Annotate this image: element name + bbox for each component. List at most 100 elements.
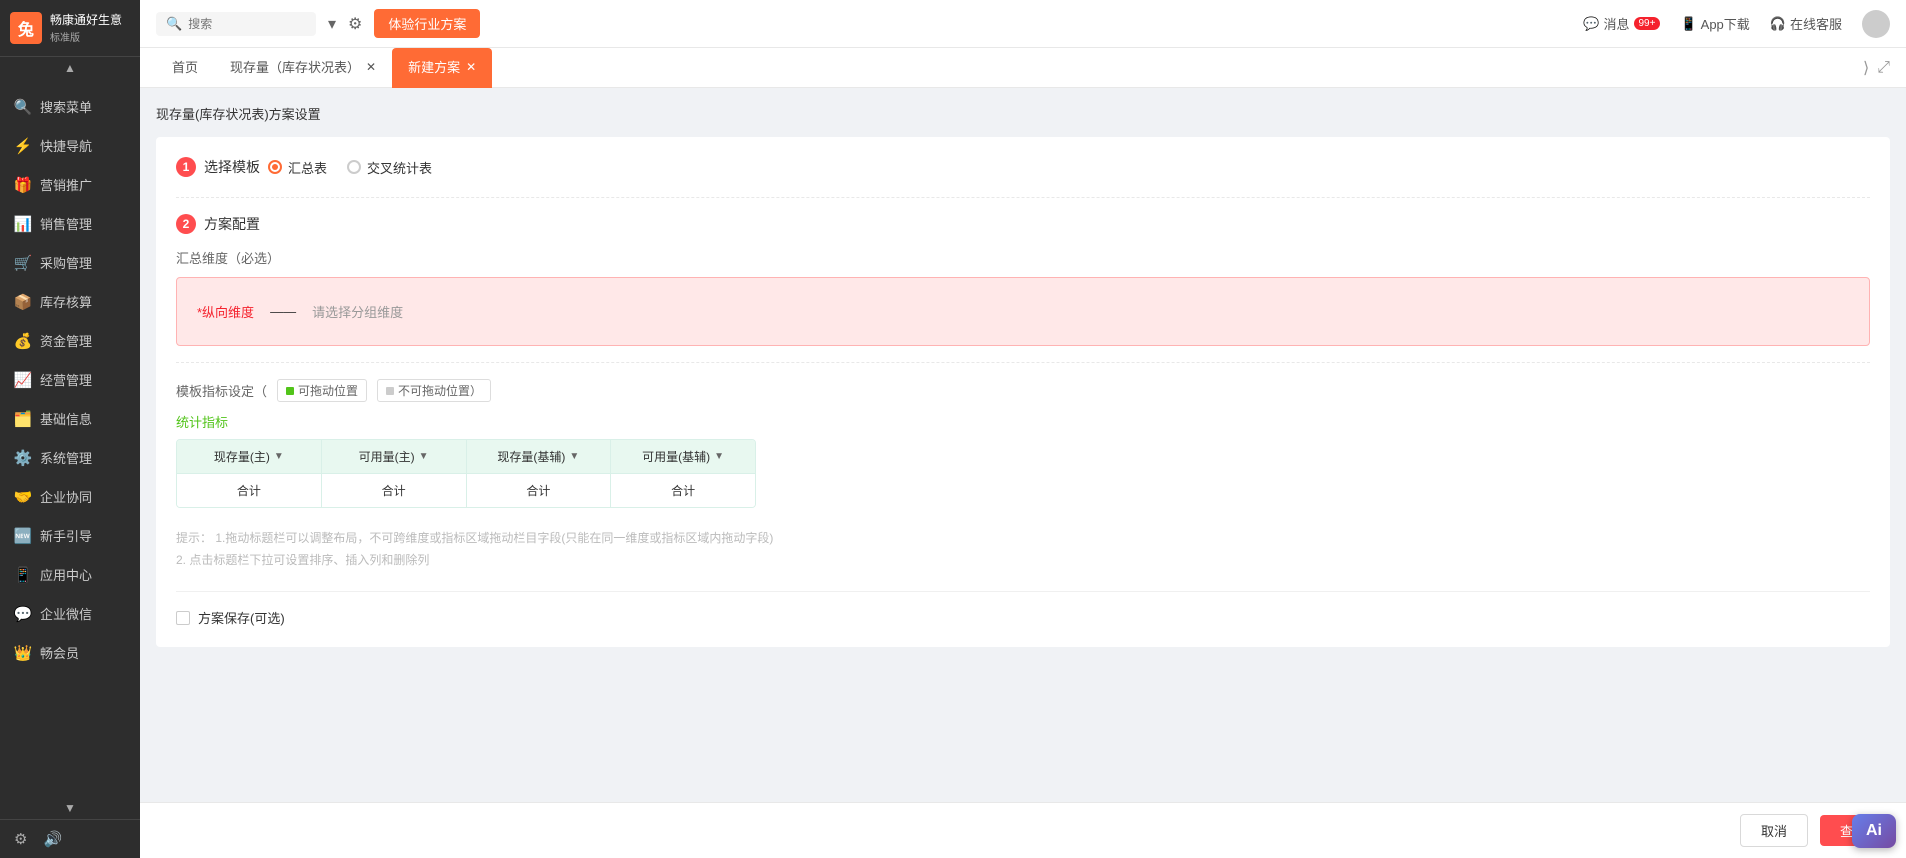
sidebar-item-finance[interactable]: 💰 资金管理 xyxy=(0,321,140,360)
step2-title: 方案配置 xyxy=(204,214,260,234)
indicator-label: 模板指标设定（ 可拖动位置 不可拖动位置） xyxy=(176,379,1870,402)
sidebar-item-basic-info[interactable]: 🗂️ 基础信息 xyxy=(0,399,140,438)
sidebar-item-operations[interactable]: 📈 经营管理 xyxy=(0,360,140,399)
tab-inventory-close[interactable]: ✕ xyxy=(366,60,376,74)
tip-2-text: 2. 点击标题栏下拉可设置排序、插入列和删除列 xyxy=(176,550,429,572)
sidebar-logo: 兔 畅康通好生意 标准版 xyxy=(0,0,140,57)
section-divider-2 xyxy=(176,362,1870,363)
sidebar-item-inventory[interactable]: 📦 库存核算 xyxy=(0,282,140,321)
cancel-button[interactable]: 取消 xyxy=(1740,814,1808,847)
tip-2: 2. 点击标题栏下拉可设置排序、插入列和删除列 xyxy=(176,550,1870,572)
tab-home-label: 首页 xyxy=(172,57,198,76)
headset-icon: 🎧 xyxy=(1770,16,1786,32)
speaker-icon[interactable]: 🔊 xyxy=(43,830,62,848)
search-box[interactable]: 🔍 xyxy=(156,12,316,36)
app-download-btn[interactable]: 📱 App下载 xyxy=(1680,14,1749,33)
col-2-dropdown[interactable]: ▼ xyxy=(569,451,579,462)
tab-scroll-right-icon[interactable]: ⟩ xyxy=(1863,58,1869,78)
tab-home[interactable]: 首页 xyxy=(156,48,214,88)
tab-fullscreen-icon[interactable]: ⤢ xyxy=(1877,59,1890,77)
page-title: 现存量(库存状况表)方案设置 xyxy=(156,104,1890,123)
online-service-btn[interactable]: 🎧 在线客服 xyxy=(1770,14,1842,33)
indicator-draggable-tag: 可拖动位置 xyxy=(277,379,367,402)
gear-icon[interactable]: ⚙ xyxy=(348,14,362,34)
dimension-area[interactable]: *纵向维度 —— 请选择分组维度 xyxy=(176,277,1870,346)
col-1-dropdown[interactable]: ▼ xyxy=(419,451,429,462)
stats-body-col-0: 合计 xyxy=(177,474,322,507)
content-area: 现存量(库存状况表)方案设置 1 选择模板 汇总表 交叉统计表 xyxy=(140,88,1906,802)
sidebar-item-sales[interactable]: 📊 销售管理 xyxy=(0,204,140,243)
sidebar-item-label: 销售管理 xyxy=(40,214,92,233)
mobile-icon: 📱 xyxy=(1680,16,1696,32)
quicknav-icon: ⚡ xyxy=(14,137,32,155)
app-version: 标准版 xyxy=(50,29,122,44)
app-download-label: App下载 xyxy=(1701,14,1750,33)
search-input[interactable] xyxy=(188,17,288,31)
sidebar-item-member[interactable]: 👑 畅会员 xyxy=(0,633,140,672)
dimension-dash: —— xyxy=(270,304,296,319)
ai-badge[interactable]: Ai xyxy=(1852,814,1896,848)
radio-summary-dot xyxy=(268,160,282,174)
industry-btn[interactable]: 体验行业方案 xyxy=(374,9,480,38)
tip-1-text: 提示： 1.拖动标题栏可以调整布局，不可跨维度或指标区域拖动栏目字段(只能在同一… xyxy=(176,528,773,550)
save-checkbox[interactable] xyxy=(176,611,190,625)
sidebar-item-label: 畅会员 xyxy=(40,643,79,662)
sidebar-item-system[interactable]: ⚙️ 系统管理 xyxy=(0,438,140,477)
sidebar-item-label: 新手引导 xyxy=(40,526,92,545)
purchase-icon: 🛒 xyxy=(14,254,32,272)
step1-header: 1 选择模板 汇总表 交叉统计表 xyxy=(176,157,1870,177)
tab-inventory-label: 现存量（库存状况表） xyxy=(230,57,360,76)
bottom-bar: 取消 查询 xyxy=(140,802,1906,858)
step1-section: 1 选择模板 汇总表 交叉统计表 xyxy=(176,157,1870,177)
summary-dimension-label: 汇总维度（必选） xyxy=(176,248,1870,267)
main-area: 🔍 ▾ ⚙ 体验行业方案 💬 消息 99+ 📱 App下载 🎧 在线客服 xyxy=(140,0,1906,858)
tab-new-plan-close[interactable]: ✕ xyxy=(466,60,476,74)
sidebar-item-newguide[interactable]: 🆕 新手引导 xyxy=(0,516,140,555)
dimension-placeholder: 请选择分组维度 xyxy=(312,302,403,321)
sidebar-item-label: 应用中心 xyxy=(40,565,92,584)
stats-body-cell-2: 合计 xyxy=(467,474,611,507)
expand-icon[interactable]: ▾ xyxy=(328,14,336,34)
sidebar-scroll-up[interactable]: ▲ xyxy=(0,57,140,79)
sidebar-item-label: 系统管理 xyxy=(40,448,92,467)
online-service-label: 在线客服 xyxy=(1790,14,1842,33)
sidebar-item-quicknav[interactable]: ⚡ 快捷导航 xyxy=(0,126,140,165)
col-0-dropdown[interactable]: ▼ xyxy=(274,451,284,462)
tab-inventory[interactable]: 现存量（库存状况表） ✕ xyxy=(214,48,392,88)
dimension-required: *纵向维度 xyxy=(197,302,254,321)
radio-summary-label: 汇总表 xyxy=(288,158,327,177)
template-radio-group: 汇总表 交叉统计表 xyxy=(268,158,432,177)
stats-body-col-3: 合计 xyxy=(611,474,755,507)
tab-new-plan[interactable]: 新建方案 ✕ xyxy=(392,48,492,88)
step2-section: 2 方案配置 汇总维度（必选） *纵向维度 —— 请选择分组维度 模板指标设定（ xyxy=(176,214,1870,571)
radio-cross-label: 交叉统计表 xyxy=(367,158,432,177)
settings-card: 1 选择模板 汇总表 交叉统计表 xyxy=(156,137,1890,647)
message-label: 消息 xyxy=(1603,14,1629,33)
sidebar-item-collab[interactable]: 🤝 企业协同 xyxy=(0,477,140,516)
user-avatar[interactable] xyxy=(1862,10,1890,38)
stats-col-3: 可用量(基辅) ▼ xyxy=(611,440,755,474)
col-3-dropdown[interactable]: ▼ xyxy=(714,451,724,462)
radio-summary-table[interactable]: 汇总表 xyxy=(268,158,327,177)
sidebar-item-purchase[interactable]: 🛒 采购管理 xyxy=(0,243,140,282)
radio-cross-table[interactable]: 交叉统计表 xyxy=(347,158,432,177)
collab-icon: 🤝 xyxy=(14,488,32,506)
sidebar-item-marketing[interactable]: 🎁 营销推广 xyxy=(0,165,140,204)
sidebar-item-wechat[interactable]: 💬 企业微信 xyxy=(0,594,140,633)
sidebar-item-appcenter[interactable]: 📱 应用中心 xyxy=(0,555,140,594)
not-draggable-label: 不可拖动位置） xyxy=(398,382,482,399)
sidebar-scroll-down[interactable]: ▼ xyxy=(0,797,140,819)
stats-table: 现存量(主) ▼ 可用量(主) ▼ xyxy=(176,439,756,508)
step1-badge: 1 xyxy=(176,157,196,177)
app-name: 畅康通好生意 xyxy=(50,12,122,29)
draggable-dot xyxy=(286,387,294,395)
sidebar-item-label: 经营管理 xyxy=(40,370,92,389)
col-2-label: 现存量(基辅) xyxy=(497,448,565,465)
sidebar-item-label: 快捷导航 xyxy=(40,136,92,155)
sidebar-item-search[interactable]: 🔍 搜索菜单 xyxy=(0,87,140,126)
appcenter-icon: 📱 xyxy=(14,566,32,584)
message-btn[interactable]: 💬 消息 99+ xyxy=(1583,14,1660,33)
search-icon: 🔍 xyxy=(166,16,182,32)
save-label: 方案保存(可选) xyxy=(198,608,285,627)
settings-icon[interactable]: ⚙ xyxy=(14,830,27,848)
